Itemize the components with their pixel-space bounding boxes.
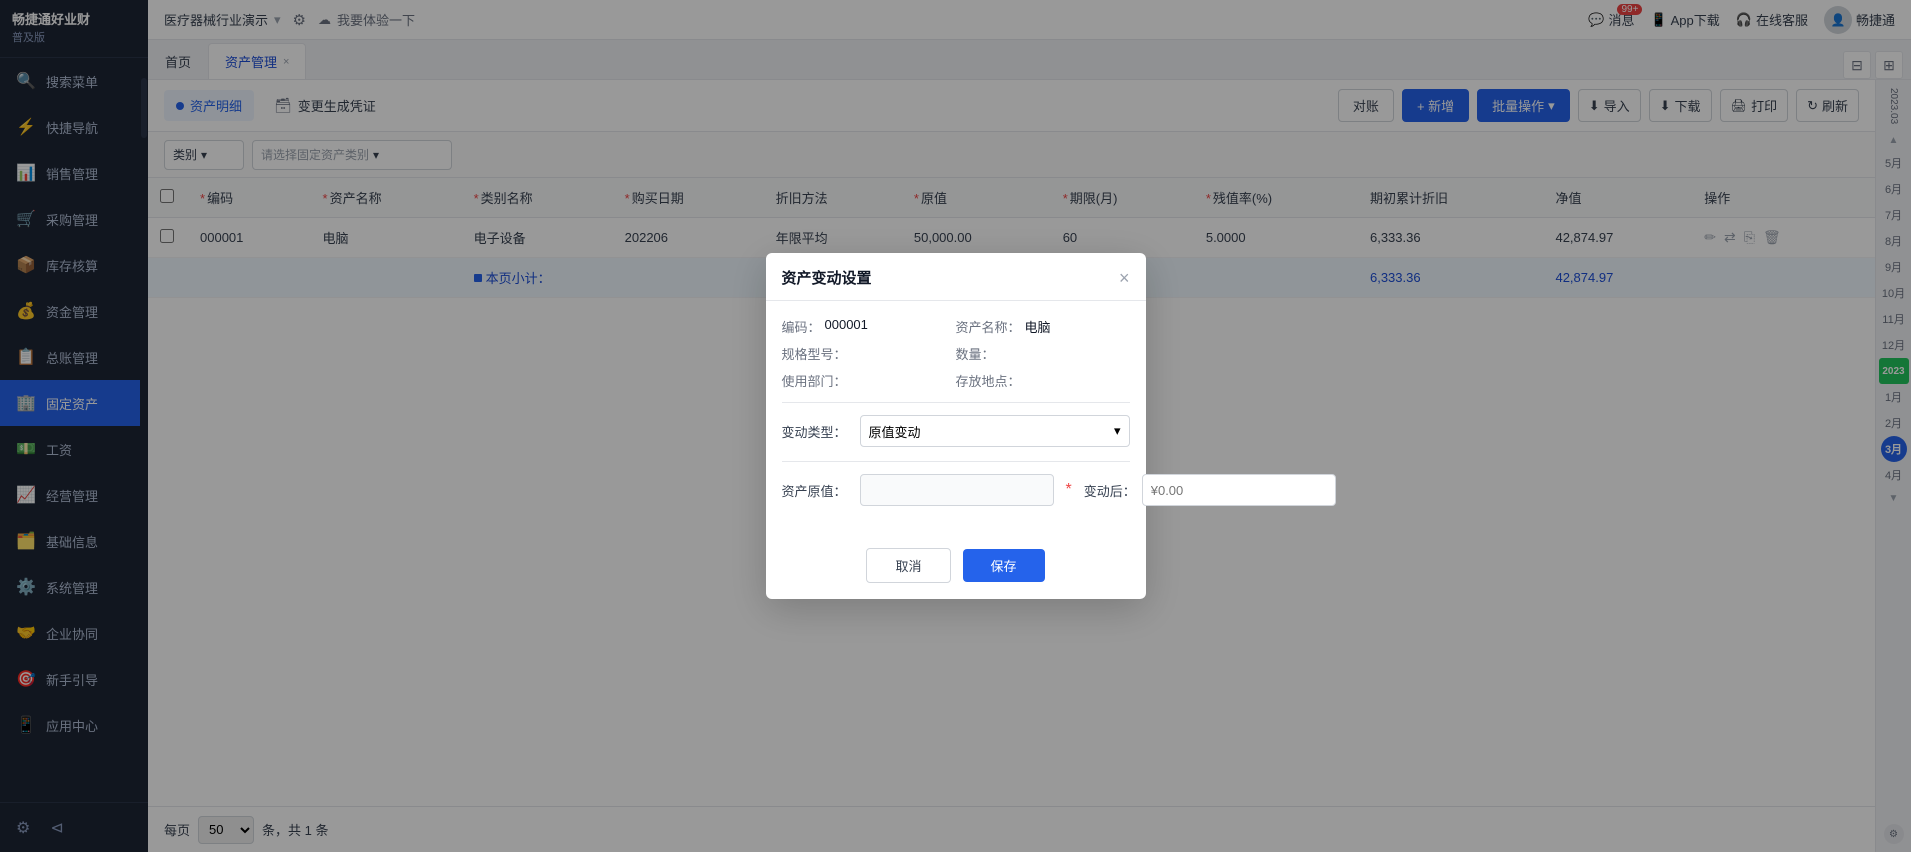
after-label: 变动后： [1084, 481, 1134, 500]
modal-quantity-label: 数量： [956, 344, 995, 363]
change-type-value: 原值变动 [869, 422, 921, 441]
change-type-row: 变动类型： 原值变动 ▾ [782, 415, 1130, 447]
modal-code-value: 000001 [825, 317, 868, 336]
original-value-row: 资产原值： 50,000.00 * 变动后： [782, 474, 1130, 506]
after-value-input[interactable] [1142, 474, 1336, 506]
modal-footer: 取消 保存 [766, 536, 1146, 599]
chevron-down-icon: ▾ [1114, 423, 1121, 439]
modal-department-item: 使用部门： [782, 371, 956, 390]
modal-close-btn[interactable]: × [1119, 269, 1130, 287]
modal-info-grid: 编码： 000001 资产名称： 电脑 规格型号： 数量： 使用部门： [782, 317, 1130, 390]
modal-name-label: 资产名称： [956, 317, 1021, 336]
modal-quantity-item: 数量： [956, 344, 1130, 363]
modal-header: 资产变动设置 × [766, 253, 1146, 301]
modal-dept-label: 使用部门： [782, 371, 847, 390]
modal-storage-item: 存放地点： [956, 371, 1130, 390]
original-value-label: 资产原值： [782, 481, 852, 500]
modal-body: 编码： 000001 资产名称： 电脑 规格型号： 数量： 使用部门： [766, 301, 1146, 536]
modal-overlay[interactable]: 资产变动设置 × 编码： 000001 资产名称： 电脑 规格型号： 数量： [0, 0, 1911, 852]
modal-title: 资产变动设置 [782, 267, 872, 288]
cancel-btn[interactable]: 取消 [866, 548, 950, 583]
modal-divider-1 [782, 402, 1130, 403]
modal-spec-item: 规格型号： [782, 344, 956, 363]
original-value-input: 50,000.00 [860, 474, 1054, 506]
asset-change-modal: 资产变动设置 × 编码： 000001 资产名称： 电脑 规格型号： 数量： [766, 253, 1146, 599]
modal-name-item: 资产名称： 电脑 [956, 317, 1130, 336]
modal-code-item: 编码： 000001 [782, 317, 956, 336]
change-type-label: 变动类型： [782, 422, 852, 441]
save-btn[interactable]: 保存 [963, 549, 1045, 582]
change-type-select[interactable]: 原值变动 ▾ [860, 415, 1130, 447]
required-star: * [1066, 481, 1072, 499]
modal-divider-2 [782, 461, 1130, 462]
modal-storage-label: 存放地点： [956, 371, 1021, 390]
modal-name-value: 电脑 [1025, 317, 1051, 336]
modal-code-label: 编码： [782, 317, 821, 336]
modal-spec-label: 规格型号： [782, 344, 847, 363]
